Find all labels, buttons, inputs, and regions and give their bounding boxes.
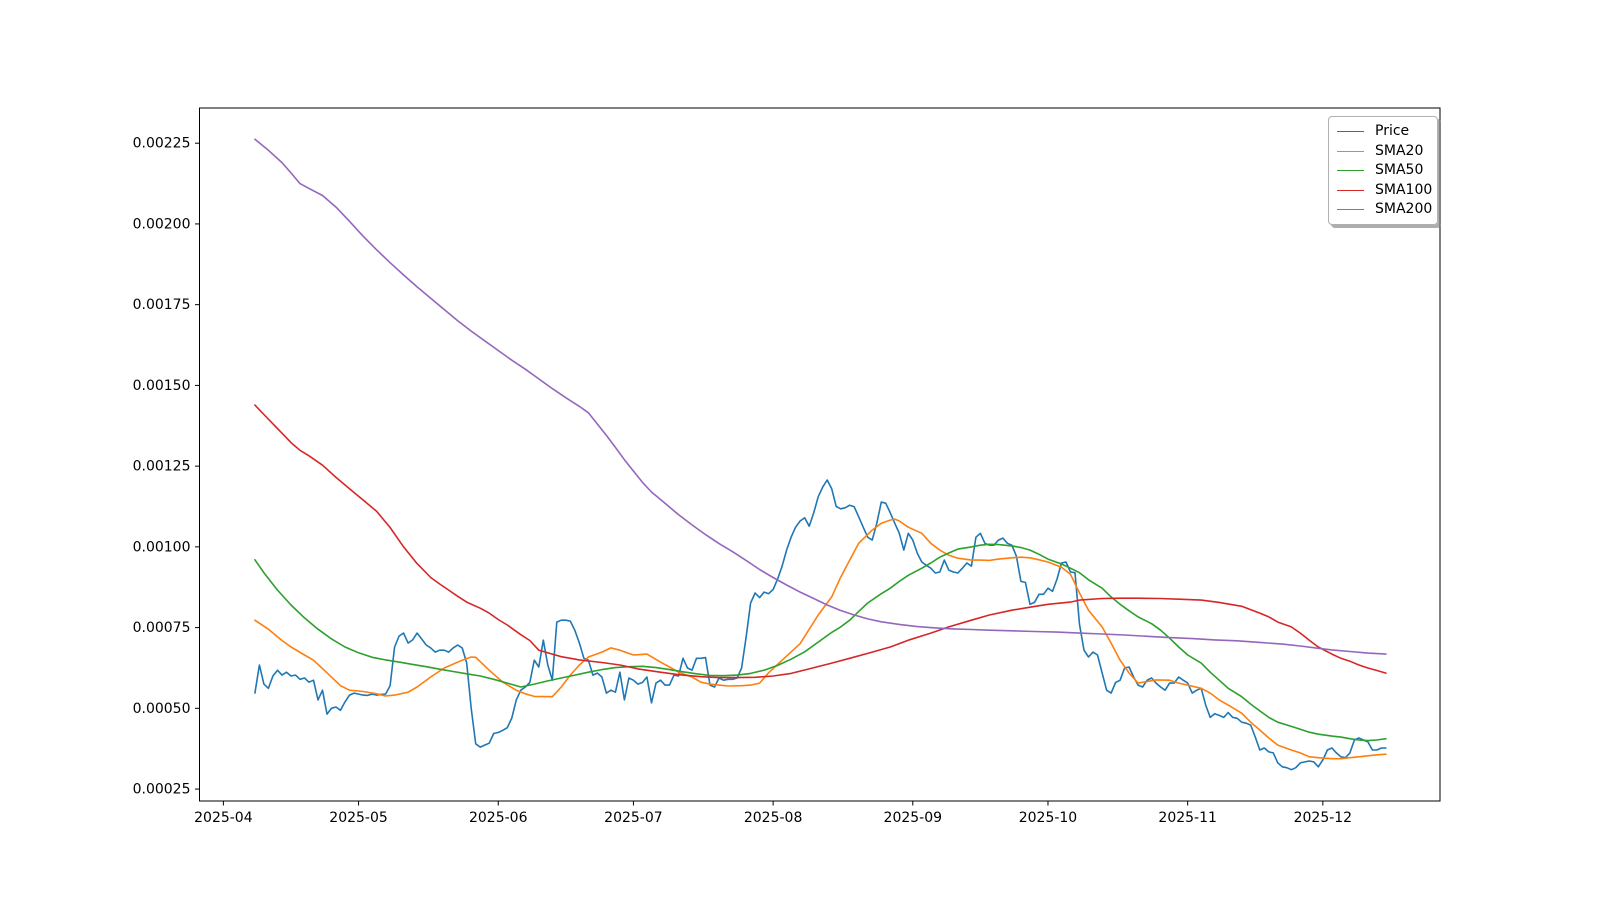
y-tick-label: 0.00025 bbox=[133, 782, 191, 798]
y-tick-label: 0.00225 bbox=[133, 136, 191, 152]
legend-label: SMA50 bbox=[1375, 162, 1424, 179]
x-tick-label: 2025-06 bbox=[469, 810, 528, 826]
x-tick-label: 2025-05 bbox=[329, 810, 388, 826]
x-tick-label: 2025-10 bbox=[1019, 810, 1078, 826]
y-tick-label: 0.00125 bbox=[133, 459, 191, 475]
y-tick-label: 0.00100 bbox=[133, 539, 191, 555]
legend-item-sma200: SMA200 bbox=[1335, 200, 1433, 220]
x-tick-label: 2025-12 bbox=[1294, 810, 1353, 826]
series-line-sma200 bbox=[254, 138, 1387, 655]
legend-label: SMA100 bbox=[1375, 181, 1433, 198]
legend-line-sample-sma200 bbox=[1337, 209, 1364, 211]
legend-line-sample-sma20 bbox=[1337, 150, 1364, 152]
legend-label: SMA200 bbox=[1375, 201, 1433, 218]
legend-line-sample-sma100 bbox=[1337, 189, 1364, 191]
axes-frame bbox=[199, 107, 1441, 802]
x-tick-label: 2025-08 bbox=[744, 810, 803, 826]
legend: Price SMA20 SMA50 SMA100 SMA200 bbox=[1328, 116, 1438, 225]
y-tick-label: 0.00200 bbox=[133, 216, 191, 232]
legend-item-sma50: SMA50 bbox=[1335, 161, 1431, 181]
legend-line-sample-sma50 bbox=[1337, 170, 1364, 172]
x-tick-label: 2025-04 bbox=[194, 810, 253, 826]
x-tick-label: 2025-11 bbox=[1158, 810, 1217, 826]
series-line-sma20 bbox=[254, 518, 1387, 760]
y-tick-label: 0.00175 bbox=[133, 297, 191, 313]
series-line-price bbox=[254, 479, 1387, 771]
x-tick-label: 2025-07 bbox=[604, 810, 663, 826]
legend-item-sma100: SMA100 bbox=[1335, 181, 1433, 201]
x-tick-label: 2025-09 bbox=[884, 810, 943, 826]
legend-item-sma20: SMA20 bbox=[1335, 142, 1431, 162]
legend-item-price: Price bbox=[1335, 122, 1431, 142]
y-tick-label: 0.00050 bbox=[133, 701, 191, 717]
legend-line-sample-price bbox=[1337, 131, 1364, 133]
y-tick-label: 0.00150 bbox=[133, 378, 191, 394]
y-tick-label: 0.00075 bbox=[133, 620, 191, 636]
legend-label: SMA20 bbox=[1375, 142, 1424, 159]
figure: 2025-04 2025-05 2025-06 2025-07 2025-08 2025-… bbox=[0, 0, 1600, 900]
legend-label: Price bbox=[1375, 123, 1410, 140]
series-line-sma100 bbox=[254, 404, 1387, 679]
